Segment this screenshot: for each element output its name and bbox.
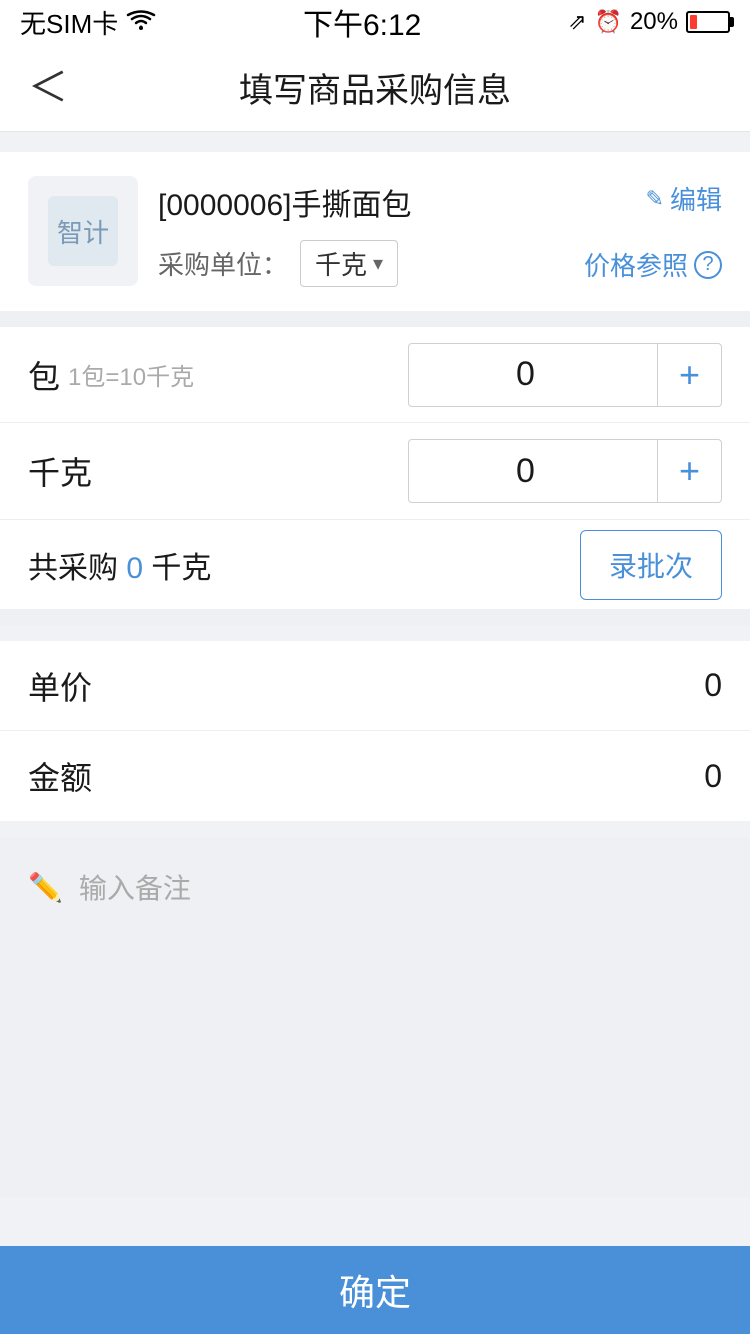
confirm-bar[interactable]: 确定 xyxy=(0,1246,750,1334)
kg-input-right: + xyxy=(408,439,722,503)
product-card: 智计 [0000006]手撕面包 采购单位： 千克 ▾ ✎ 编辑 价格参照 ? xyxy=(0,152,750,311)
help-icon: ? xyxy=(694,251,722,279)
status-bar: 无SIM卡 下午6:12 ⇗ ⏰ 20% xyxy=(0,0,750,44)
amount-value: 0 xyxy=(704,758,722,795)
alarm-icon: ⏰ xyxy=(595,9,622,35)
info-section: 单价 0 金额 0 xyxy=(0,641,750,821)
status-right: ⇗ ⏰ 20% xyxy=(568,8,730,36)
carrier-text: 无SIM卡 xyxy=(20,4,118,41)
amount-label: 金额 xyxy=(28,753,92,799)
product-name: [0000006]手撕面包 xyxy=(158,180,722,224)
price-ref-button[interactable]: 价格参照 ? xyxy=(584,246,722,283)
input-section: 包 1包=10千克 + 千克 + xyxy=(0,327,750,519)
kg-label: 千克 xyxy=(28,448,92,494)
amount-row: 金额 0 xyxy=(0,731,750,821)
summary-row: 共采购 0 千克 录批次 xyxy=(0,519,750,609)
bottom-space xyxy=(0,937,750,1197)
unit-selector[interactable]: 千克 ▾ xyxy=(300,240,398,287)
pencil-icon: ✏️ xyxy=(28,871,63,904)
wifi-icon xyxy=(126,7,156,38)
note-section[interactable]: ✏️ 输入备注 xyxy=(0,837,750,937)
unit-price-value: 0 xyxy=(704,667,722,704)
chevron-down-icon: ▾ xyxy=(373,251,383,276)
nav-bar: ＜ 填写商品采购信息 xyxy=(0,44,750,132)
location-icon: ⇗ xyxy=(568,9,586,35)
section-divider-1 xyxy=(0,311,750,327)
bao-sublabel: 1包=10千克 xyxy=(68,357,194,392)
logo-text: 智计 xyxy=(57,213,109,250)
battery-percent: 20% xyxy=(630,8,678,36)
kg-plus-button[interactable]: + xyxy=(658,439,722,503)
unit-price-row: 单价 0 xyxy=(0,641,750,731)
edit-button[interactable]: ✎ 编辑 xyxy=(646,180,722,217)
page-title: 填写商品采购信息 xyxy=(239,63,511,112)
record-batch-button[interactable]: 录批次 xyxy=(580,530,722,600)
bao-input-row: 包 1包=10千克 + xyxy=(0,327,750,423)
unit-price-label: 单价 xyxy=(28,663,92,709)
summary-text: 共采购 0 千克 xyxy=(28,543,580,587)
bao-label: 包 xyxy=(28,352,60,398)
summary-combined: 共采购 0 千克 xyxy=(28,552,211,585)
unit-value: 千克 xyxy=(315,245,367,282)
price-ref-label: 价格参照 xyxy=(584,246,688,283)
battery-icon xyxy=(686,11,730,33)
kg-input-row: 千克 + xyxy=(0,423,750,519)
kg-input[interactable] xyxy=(408,439,658,503)
status-time: 下午6:12 xyxy=(303,0,421,44)
back-button[interactable]: ＜ xyxy=(28,68,68,108)
note-placeholder: 输入备注 xyxy=(79,867,191,907)
edit-label: 编辑 xyxy=(670,180,722,217)
edit-icon: ✎ xyxy=(646,186,664,212)
status-left: 无SIM卡 xyxy=(20,4,156,41)
bao-input[interactable] xyxy=(408,343,658,407)
section-divider-2 xyxy=(0,609,750,625)
product-thumbnail: 智计 xyxy=(28,176,138,286)
confirm-label: 确定 xyxy=(339,1264,411,1316)
bao-input-right: + xyxy=(408,343,722,407)
unit-label: 采购单位： xyxy=(158,245,288,282)
product-logo: 智计 xyxy=(48,196,118,266)
bao-plus-button[interactable]: + xyxy=(658,343,722,407)
